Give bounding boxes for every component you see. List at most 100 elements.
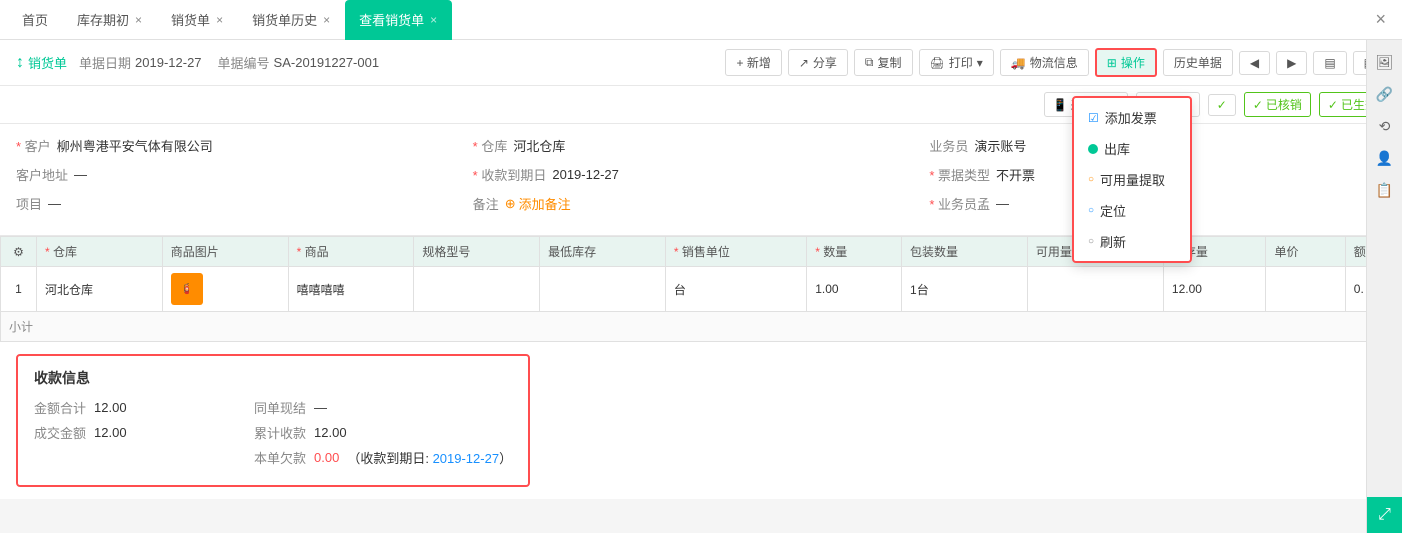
dropdown-add-invoice[interactable]: ☑ 添加发票 [1074,102,1190,133]
logistics-button[interactable]: 🚚 物流信息 [1000,49,1089,76]
total-amount-field: 金额合计 12.00 [34,398,214,417]
toolbar: + 新增 ↗ 分享 ⧉ 复制 🖨 打印 ▾ 🚚 物流信息 [725,48,1386,77]
tab-sales-history-label: 销货单历史 [252,10,317,29]
balance-value: 0.00 [314,450,339,465]
payment-date-label: 收款到期日 [473,165,547,184]
dropdown-refresh-label: 刷新 [1100,232,1126,251]
copy-button[interactable]: ⧉ 复制 [854,49,913,76]
address-value: — [74,167,87,182]
payment-row-1: 金额合计 12.00 同单现结 — [34,398,512,417]
customer-label: 客户 [16,136,51,155]
ticket-type-value: 不开票 [996,165,1035,184]
print-button[interactable]: 🖨 打印 ▾ [919,49,994,76]
total-amount-label: 金额合计 [34,398,86,417]
row-unit-price [1266,267,1345,312]
col-min-stock: 最低库存 [540,237,666,267]
col-product: 商品 [288,237,414,267]
doc-meta: 单据日期 2019-12-27 单据编号 SA-20191227-001 [79,53,379,72]
tab-sales-history[interactable]: 销货单历史 × [238,0,345,40]
payment-row-3: 本单欠款 0.00 （收款到期日: 2019-12-27） [34,448,512,467]
table-row: 1 河北仓库 🧯 嘻嘻嘻嘻 台 1.00 1台 12.00 [1,267,1402,312]
sidebar-list-icon[interactable]: 📋 [1371,176,1399,204]
col-quantity: 数量 [807,237,902,267]
tab-inventory-init-close[interactable]: × [135,13,142,27]
balance-field: 本单欠款 0.00 （收款到期日: 2019-12-27） [254,448,512,467]
payment-info-panel: 收款信息 金额合计 12.00 同单现结 — 成交金额 12.00 [16,354,530,487]
add-remark-button[interactable]: ⊕ 添加备注 [505,194,571,213]
tab-sales-order-close[interactable]: × [216,13,223,27]
warehouse-label: 仓库 [473,136,508,155]
doc-header: ↕ 销货单 单据日期 2019-12-27 单据编号 SA-20191227-0… [0,40,1402,86]
radio-empty-icon: ○ [1088,174,1094,185]
window-close-button[interactable]: × [1367,9,1394,30]
tab-sales-order-label: 销货单 [171,10,210,29]
verified-button[interactable]: ✓ 已核销 [1244,92,1311,117]
address-field: 客户地址 — [16,165,473,184]
salesperson2-value: — [996,196,1009,211]
right-sidebar: 🖼 🔗 ⟲ 👤 📋 ⤢ [1366,40,1402,533]
ticket-type-label: 票据类型 [929,165,990,184]
project-label: 项目 [16,194,42,213]
same-order-label: 同单现结 [254,398,306,417]
customer-value: 柳州粤港平安气体有限公司 [57,136,213,155]
row-warehouse: 河北仓库 [37,267,163,312]
sidebar-link-icon[interactable]: 🔗 [1371,80,1399,108]
project-value: — [48,196,61,211]
cumulative-payment-label: 累计收款 [254,423,306,442]
address-label: 客户地址 [16,165,68,184]
tab-view-sales-close[interactable]: × [430,13,437,27]
share-icon: ↗ [799,56,809,70]
verified-icon: ✓ [1253,98,1263,112]
copy-icon: ⧉ [865,55,874,70]
doc-date-field: 单据日期 2019-12-27 [79,53,202,72]
dropdown-available-qty[interactable]: ○ 可用量提取 [1074,164,1190,195]
check-icon: ✓ [1217,98,1227,112]
col-unit-price: 单价 [1266,237,1345,267]
row-quantity: 1.00 [807,267,902,312]
view-table[interactable]: ▤ [1313,51,1346,75]
tab-home[interactable]: 首页 [8,0,63,40]
deal-amount-label: 成交金额 [34,423,86,442]
sidebar-user-icon[interactable]: 👤 [1371,144,1399,172]
effective-icon: ✓ [1328,98,1338,112]
tab-sales-order[interactable]: 销货单 × [157,0,238,40]
truck-icon: 🚚 [1011,56,1026,70]
dropdown-outbound-label: 出库 [1104,139,1130,158]
new-button[interactable]: + 新增 [725,49,781,76]
balance-extra: （收款到期日: 2019-12-27） [347,448,512,467]
nav-next[interactable]: ▶ [1276,51,1307,75]
operations-button[interactable]: ⊞ 操作 [1095,48,1157,77]
history-button[interactable]: 历史单据 [1163,49,1233,76]
payment-title: 收款信息 [34,368,512,388]
sidebar-image-icon[interactable]: 🖼 [1371,48,1399,76]
project-field: 项目 — [16,194,473,213]
balance-date: 2019-12-27 [433,451,500,466]
warehouse-value: 河北仓库 [513,136,565,155]
col-product-img: 商品图片 [162,237,288,267]
check-icon-btn[interactable]: ✓ [1208,94,1236,116]
tab-inventory-init-label: 库存期初 [77,10,129,29]
tab-sales-history-close[interactable]: × [323,13,330,27]
row-min-stock [540,267,666,312]
dropdown-locate[interactable]: ○ 定位 [1074,195,1190,226]
phone-icon: 📱 [1053,98,1068,112]
grid-icon: ⊞ [1107,56,1117,70]
salesperson2-label: 业务员孟 [929,194,990,213]
share-button[interactable]: ↗ 分享 [788,49,848,76]
sidebar-refresh-icon[interactable]: ⟲ [1371,112,1399,140]
warehouse-field: 仓库 河北仓库 [473,136,930,155]
tab-inventory-init[interactable]: 库存期初 × [63,0,157,40]
cumulative-payment-field: 累计收款 12.00 [254,423,434,442]
dropdown-add-invoice-label: 添加发票 [1105,108,1157,127]
tab-view-sales[interactable]: 查看销货单 × [345,0,452,40]
same-order-value: — [314,400,327,415]
col-spec: 规格型号 [414,237,540,267]
doc-number-label: 单据编号 [218,53,270,72]
col-pack-qty: 包装数量 [902,237,1028,267]
sidebar-expand-icon[interactable]: ⤢ [1367,497,1402,533]
dropdown-outbound[interactable]: 出库 [1074,133,1190,164]
row-spec [414,267,540,312]
dropdown-refresh[interactable]: ○ 刷新 [1074,226,1190,257]
dropdown-available-qty-label: 可用量提取 [1100,170,1165,189]
nav-prev[interactable]: ◀ [1239,51,1270,75]
